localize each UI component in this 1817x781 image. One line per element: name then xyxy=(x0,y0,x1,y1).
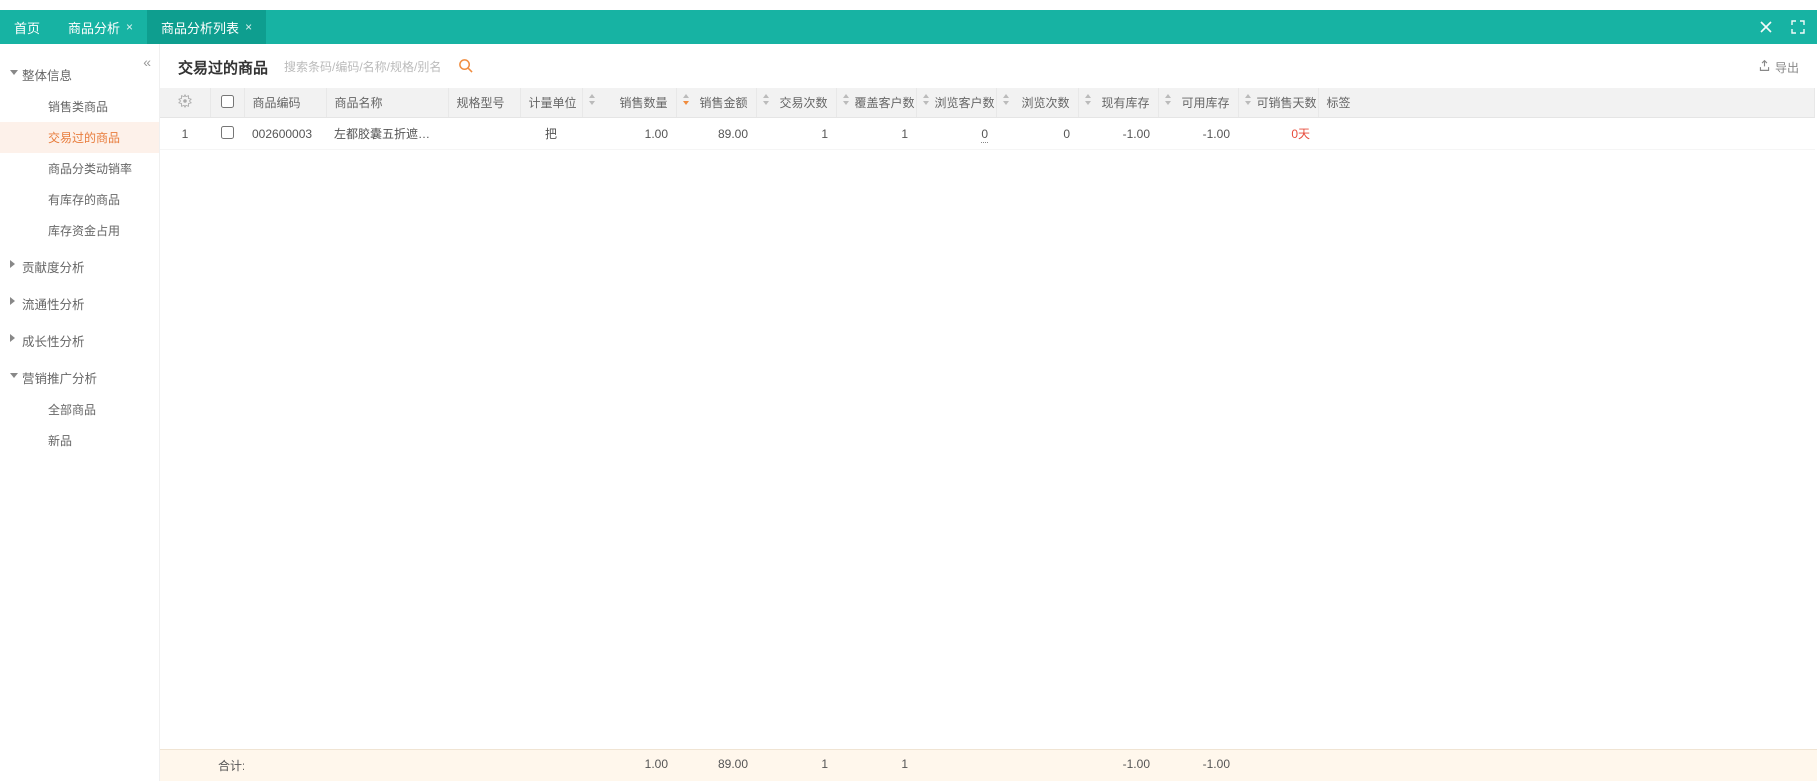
page-title: 交易过的商品 xyxy=(178,57,268,78)
nav-item[interactable]: 商品分类动销率 xyxy=(0,153,159,184)
column-spec[interactable]: 规格型号 xyxy=(448,88,520,118)
cell-unit: 把 xyxy=(520,118,582,150)
tab-analysis-list[interactable]: 商品分析列表 × xyxy=(147,10,266,44)
export-label: 导出 xyxy=(1775,59,1799,76)
column-days[interactable]: 可销售天数 xyxy=(1238,88,1318,118)
nav-group-header[interactable]: 流通性分析 xyxy=(0,287,159,320)
column-trx[interactable]: 交易次数 xyxy=(756,88,836,118)
nav-item[interactable]: 交易过的商品 xyxy=(0,122,159,153)
tab-label: 首页 xyxy=(14,18,40,37)
nav-group-header[interactable]: 成长性分析 xyxy=(0,324,159,357)
column-code[interactable]: 商品编码 xyxy=(244,88,326,118)
data-table: 商品编码 商品名称 规格型号 计量单位 销售数量 销售金额 交易次数 覆盖客户数… xyxy=(160,88,1815,150)
cell-avail: -1.00 xyxy=(1158,118,1238,150)
footer-vcust xyxy=(916,750,996,781)
cell-spec xyxy=(448,118,520,150)
table-footer: 合计: 1.00 89.00 1 1 -1.00 -1.00 xyxy=(160,749,1817,781)
cell-amt: 89.00 xyxy=(676,118,756,150)
column-qty[interactable]: 销售数量 xyxy=(582,88,676,118)
nav-item[interactable]: 全部商品 xyxy=(0,394,159,425)
nav-group-header[interactable]: 营销推广分析 xyxy=(0,361,159,394)
close-icon[interactable]: × xyxy=(126,20,133,34)
cell-qty: 1.00 xyxy=(582,118,676,150)
footer-stock: -1.00 xyxy=(1078,750,1158,781)
table-row[interactable]: 1002600003左都胶囊五折遮阳伞防晒伞;把1.0089.001100-1.… xyxy=(160,118,1815,150)
nav-item[interactable]: 销售类商品 xyxy=(0,91,159,122)
column-avail[interactable]: 可用库存 xyxy=(1158,88,1238,118)
column-amt[interactable]: 销售金额 xyxy=(676,88,756,118)
nav-group-header[interactable]: 整体信息 xyxy=(0,58,159,91)
row-index: 1 xyxy=(160,118,210,150)
tab-bar: 首页 商品分析 × 商品分析列表 × xyxy=(0,10,1817,44)
nav-item[interactable]: 库存资金占用 xyxy=(0,215,159,246)
column-settings[interactable] xyxy=(160,88,210,118)
nav-item[interactable]: 新品 xyxy=(0,425,159,456)
close-all-icon[interactable] xyxy=(1757,18,1775,36)
footer-label: 合计: xyxy=(210,750,244,781)
column-cust[interactable]: 覆盖客户数 xyxy=(836,88,916,118)
nav-item[interactable]: 有库存的商品 xyxy=(0,184,159,215)
column-views[interactable]: 浏览次数 xyxy=(996,88,1078,118)
cell-code: 002600003 xyxy=(244,118,326,150)
search-input[interactable] xyxy=(282,56,452,78)
sidebar: « 整体信息销售类商品交易过的商品商品分类动销率有库存的商品库存资金占用贡献度分… xyxy=(0,44,160,781)
footer-trx: 1 xyxy=(756,750,836,781)
select-all-checkbox[interactable] xyxy=(221,95,234,108)
cell-name: 左都胶囊五折遮阳伞防晒伞; xyxy=(326,118,448,150)
column-vcust[interactable]: 浏览客户数 xyxy=(916,88,996,118)
cell-stock: -1.00 xyxy=(1078,118,1158,150)
cell-trx: 1 xyxy=(756,118,836,150)
nav-group-header[interactable]: 贡献度分析 xyxy=(0,250,159,283)
tab-analysis[interactable]: 商品分析 × xyxy=(54,10,147,44)
footer-days xyxy=(1238,750,1318,781)
column-tag[interactable]: 标签 xyxy=(1318,88,1815,118)
search-icon[interactable] xyxy=(458,58,473,76)
footer-views xyxy=(996,750,1078,781)
footer-qty: 1.00 xyxy=(582,750,676,781)
row-checkbox[interactable] xyxy=(221,126,234,139)
gear-icon xyxy=(178,97,192,111)
cell-cust: 1 xyxy=(836,118,916,150)
footer-amt: 89.00 xyxy=(676,750,756,781)
tab-label: 商品分析列表 xyxy=(161,18,239,37)
column-stock[interactable]: 现有库存 xyxy=(1078,88,1158,118)
cell-vcust[interactable]: 0 xyxy=(916,118,996,150)
tab-home[interactable]: 首页 xyxy=(0,10,54,44)
export-button[interactable]: 导出 xyxy=(1758,59,1799,76)
close-icon[interactable]: × xyxy=(245,20,252,34)
cell-views: 0 xyxy=(996,118,1078,150)
footer-cust: 1 xyxy=(836,750,916,781)
cell-days: 0天 xyxy=(1238,118,1318,150)
column-name[interactable]: 商品名称 xyxy=(326,88,448,118)
tabbar-actions xyxy=(1757,10,1817,44)
cell-tag xyxy=(1318,118,1815,150)
footer-avail: -1.00 xyxy=(1158,750,1238,781)
fullscreen-icon[interactable] xyxy=(1789,18,1807,36)
export-icon xyxy=(1758,59,1771,75)
column-unit[interactable]: 计量单位 xyxy=(520,88,582,118)
tab-label: 商品分析 xyxy=(68,18,120,37)
column-checkbox[interactable] xyxy=(210,88,244,118)
